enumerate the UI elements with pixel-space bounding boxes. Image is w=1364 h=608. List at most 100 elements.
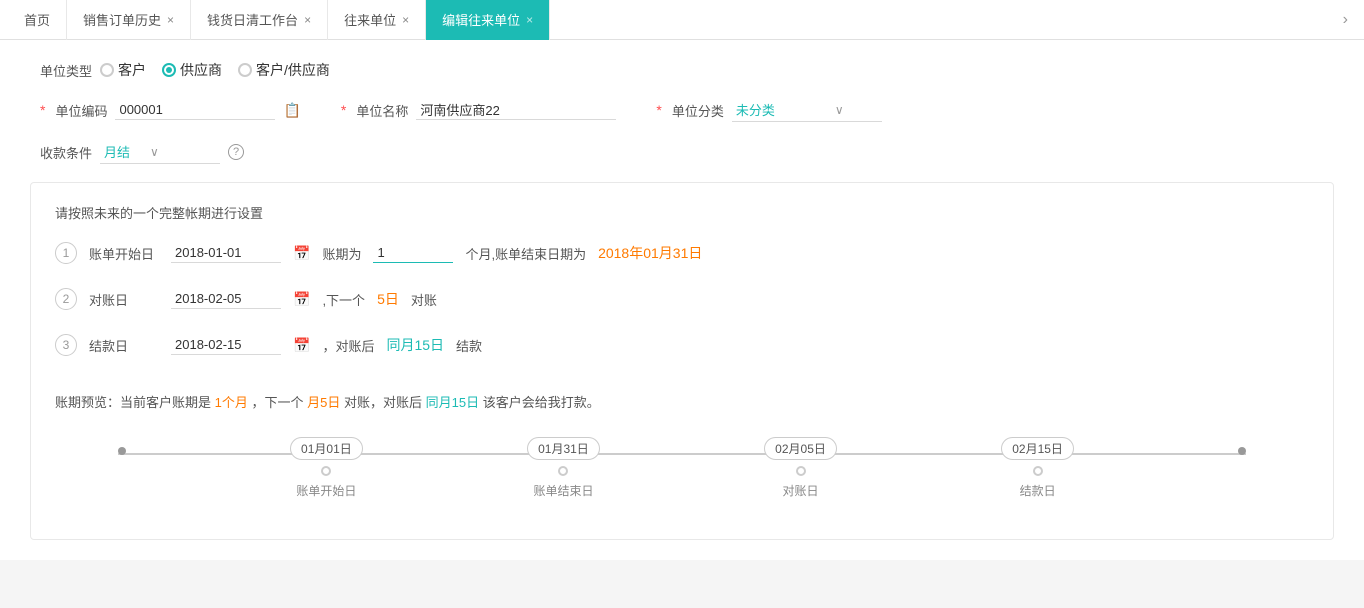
preview-h2: 月5日 [307, 395, 340, 410]
preview-text: 账期预览：当前客户账期是 1个月 ，下一个 月5日 对账，对账后 同月15日 该… [55, 380, 1309, 419]
step-label-3: 结款日 [89, 336, 159, 355]
step-num-1: 1 [55, 242, 77, 264]
step1-calendar-icon[interactable]: 📅 [293, 245, 310, 262]
payment-select[interactable]: 月结 ∨ [100, 140, 220, 164]
radio-supplier-label: 供应商 [180, 60, 222, 80]
timeline-badge-2: 01月31日 [527, 437, 600, 460]
timeline-badge-1: 01月01日 [290, 437, 363, 460]
payment-row: 收款条件 月结 ∨ ? [40, 140, 1324, 164]
unit-code-icon[interactable]: 📋 [283, 102, 300, 119]
unit-category-select[interactable]: 未分类 ∨ [732, 98, 882, 122]
preview-prefix: 账期预览：当前客户账期是 [55, 395, 211, 410]
unit-category-star: * [656, 102, 661, 118]
timeline-label-1: 账单开始日 [296, 482, 356, 499]
tab-cash-work-label: 钱货日清工作台 [207, 10, 298, 29]
preview-h1: 1个月 [215, 395, 248, 410]
timeline-badge-4: 02月15日 [1001, 437, 1074, 460]
help-icon[interactable]: ? [228, 144, 244, 160]
unit-category-group: * 单位分类 未分类 ∨ [656, 98, 881, 122]
radio-customer[interactable]: 客户 [100, 60, 146, 80]
tab-unit-list-label: 往来单位 [344, 10, 396, 29]
unit-name-star: * [341, 102, 346, 118]
preview-mid2: 对账，对账后 [344, 395, 422, 410]
timeline-label-4: 结款日 [1020, 482, 1056, 499]
end-dot [1238, 447, 1246, 455]
tab-edit-unit-label: 编辑往来单位 [442, 10, 520, 29]
timeline-dot-1 [321, 466, 331, 476]
tab-home-label: 首页 [24, 10, 50, 29]
unit-category-label: 单位分类 [672, 101, 724, 120]
payment-label: 收款条件 [40, 143, 92, 162]
timeline-dot-3 [796, 466, 806, 476]
unit-code-group: * 单位编码 📋 [40, 100, 301, 120]
tab-unit-list-close[interactable]: × [402, 14, 409, 26]
timeline-label-2: 账单结束日 [533, 482, 593, 499]
tab-cash-work-close[interactable]: × [304, 14, 311, 26]
step3-suffix: 结款 [456, 336, 482, 355]
timeline-point-3: 02月05日 对账日 [764, 437, 837, 499]
step1-date-input[interactable] [171, 243, 281, 263]
radio-customer-circle [100, 63, 114, 77]
unit-type-row: 单位类型 客户 供应商 客户/供应商 [40, 60, 1324, 80]
tabs-arrow[interactable]: › [1335, 11, 1356, 29]
timeline-start-dot [118, 437, 126, 499]
timeline-label-3: 对账日 [783, 482, 819, 499]
timeline-point-2: 01月31日 账单结束日 [527, 437, 600, 499]
step3-prefix: ，对账后 [322, 336, 374, 355]
step2-calendar-icon[interactable]: 📅 [293, 291, 310, 308]
radio-both-label: 客户/供应商 [256, 60, 330, 80]
preview-suffix: 该客户会给我打款。 [483, 395, 600, 410]
step3-calendar-icon[interactable]: 📅 [293, 337, 310, 354]
step-row-3: 3 结款日 📅 ，对账后 同月15日 结款 [55, 334, 1309, 356]
step-row-2: 2 对账日 📅 ,下一个 5日 对账 [55, 288, 1309, 310]
step1-end-date: 2018年01月31日 [598, 243, 702, 263]
timeline-dot-2 [558, 466, 568, 476]
step3-date-input[interactable] [171, 335, 281, 355]
radio-customer-label: 客户 [118, 60, 146, 80]
payment-chevron-icon: ∨ [150, 145, 159, 159]
tab-edit-unit-close[interactable]: × [526, 14, 533, 26]
timeline-badge-3: 02月05日 [764, 437, 837, 460]
tab-sales-history-close[interactable]: × [167, 14, 174, 26]
payment-value: 月结 [104, 142, 130, 161]
radio-both[interactable]: 客户/供应商 [238, 60, 330, 80]
radio-supplier[interactable]: 供应商 [162, 60, 222, 80]
tab-edit-unit[interactable]: 编辑往来单位 × [426, 0, 550, 40]
step-row-1: 1 账单开始日 📅 账期为 个月,账单结束日期为 2018年01月31日 [55, 242, 1309, 264]
step-num-3: 3 [55, 334, 77, 356]
timeline-end-dot [1238, 437, 1246, 499]
radio-supplier-circle [162, 63, 176, 77]
unit-category-value: 未分类 [736, 100, 775, 119]
step2-prefix: ,下一个 [322, 290, 365, 309]
preview-mid1: ，下一个 [252, 395, 304, 410]
timeline-point-4: 02月15日 结款日 [1001, 437, 1074, 499]
timeline: 01月01日 账单开始日 01月31日 账单结束日 02月05日 对账日 [55, 427, 1309, 519]
tab-sales-history[interactable]: 销售订单历史 × [67, 0, 191, 40]
unit-code-label: 单位编码 [55, 101, 107, 120]
timeline-point-1: 01月01日 账单开始日 [290, 437, 363, 499]
tab-cash-work[interactable]: 钱货日清工作台 × [191, 0, 328, 40]
step2-date-input[interactable] [171, 289, 281, 309]
tab-unit-list[interactable]: 往来单位 × [328, 0, 426, 40]
timeline-dot-4 [1033, 466, 1043, 476]
settings-section: 请按照未来的一个完整帐期进行设置 1 账单开始日 📅 账期为 个月,账单结束日期… [30, 182, 1334, 540]
tab-home[interactable]: 首页 [8, 0, 67, 40]
step-label-2: 对账日 [89, 290, 159, 309]
step1-mid-label: 账期为 [322, 244, 361, 263]
step2-highlight: 5日 [377, 289, 399, 309]
unit-name-input[interactable] [416, 100, 616, 120]
radio-both-circle [238, 63, 252, 77]
unit-type-label: 单位类型 [40, 61, 92, 80]
step-label-1: 账单开始日 [89, 244, 159, 263]
preview-h3: 同月15日 [426, 395, 479, 410]
step1-suffix: 个月,账单结束日期为 [465, 244, 586, 263]
step-num-2: 2 [55, 288, 77, 310]
unit-code-input[interactable] [115, 100, 275, 120]
step1-period-input[interactable] [373, 243, 453, 263]
step3-highlight: 同月15日 [386, 335, 444, 355]
unit-name-group: * 单位名称 [341, 100, 616, 120]
step2-suffix: 对账 [411, 290, 437, 309]
start-dot [118, 447, 126, 455]
unit-name-label: 单位名称 [356, 101, 408, 120]
section-title: 请按照未来的一个完整帐期进行设置 [55, 203, 1309, 222]
